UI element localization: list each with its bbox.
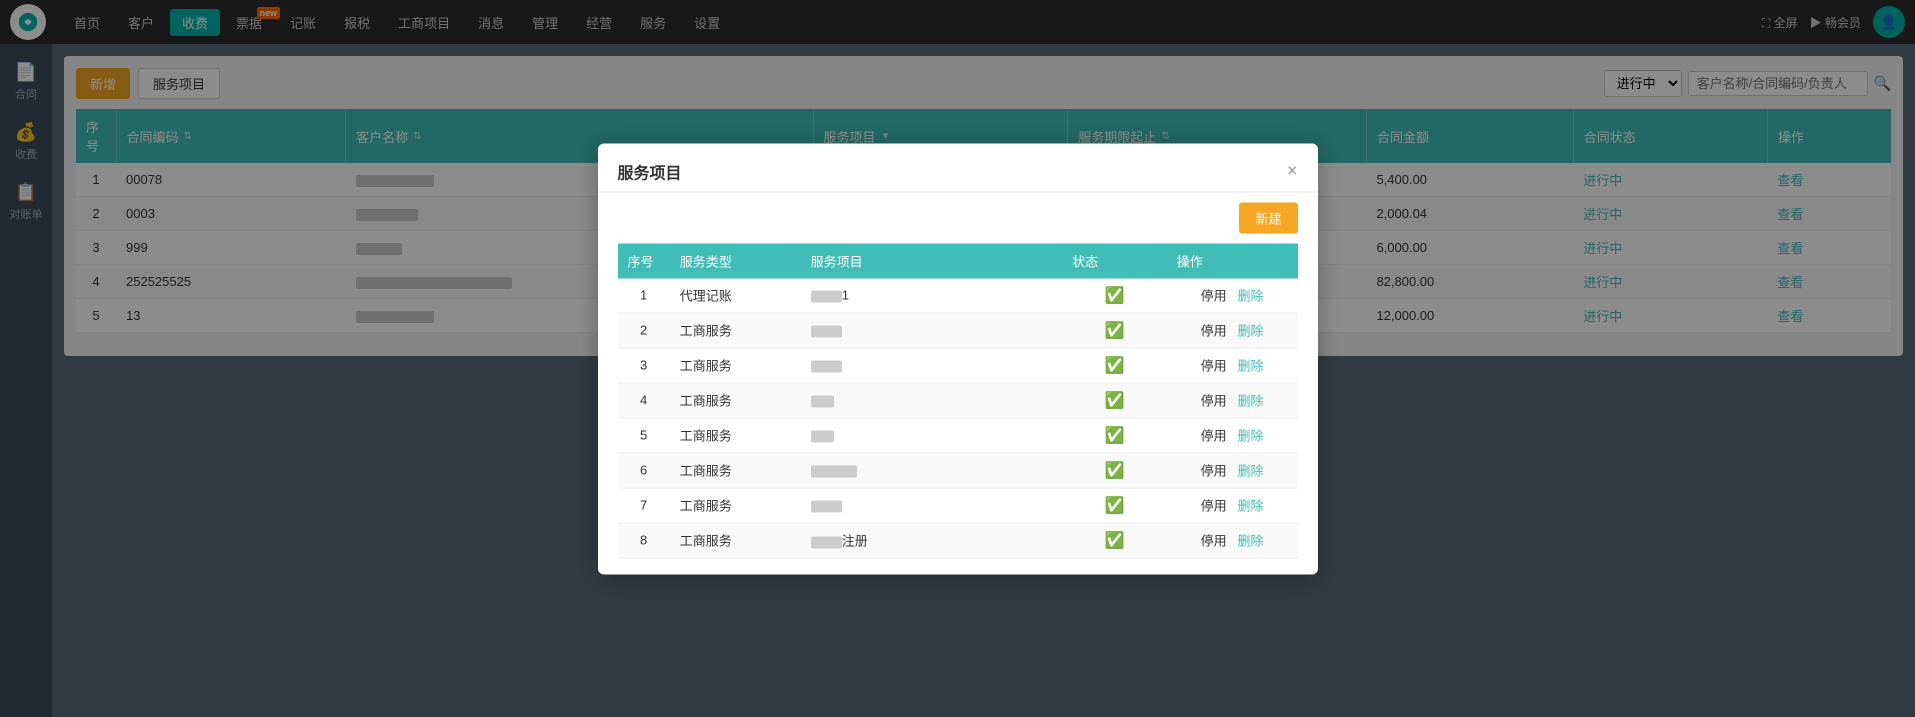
modal-table-row: 4 工商服务 ███ ✅ 停用 删除 — [618, 383, 1298, 418]
service-action: 停用 删除 — [1167, 418, 1298, 453]
service-action: 停用 删除 — [1167, 523, 1298, 558]
delete-button[interactable]: 删除 — [1238, 464, 1264, 479]
modal-table-row: 6 工商服务 ██████ ✅ 停用 删除 — [618, 453, 1298, 488]
delete-button[interactable]: 删除 — [1238, 429, 1264, 444]
service-type: 工商服务 — [670, 348, 801, 383]
delete-button[interactable]: 删除 — [1238, 359, 1264, 374]
modal-th-item: 服务项目 — [801, 243, 1063, 278]
disable-button[interactable]: 停用 — [1201, 324, 1227, 339]
modal-table-row: 8 工商服务 ████注册 ✅ 停用 删除 — [618, 523, 1298, 558]
service-status: ✅ — [1062, 523, 1167, 558]
service-item: ██████ — [801, 453, 1063, 488]
delete-button[interactable]: 删除 — [1238, 394, 1264, 409]
service-action: 停用 删除 — [1167, 453, 1298, 488]
service-items-table: 序号 服务类型 服务项目 状态 操作 1 代理记账 ████1 ✅ 停用 删除 — [618, 243, 1298, 558]
delete-button[interactable]: 删除 — [1238, 324, 1264, 339]
delete-button[interactable]: 删除 — [1238, 534, 1264, 549]
service-status: ✅ — [1062, 348, 1167, 383]
service-action: 停用 删除 — [1167, 383, 1298, 418]
service-type: 工商服务 — [670, 418, 801, 453]
service-status: ✅ — [1062, 383, 1167, 418]
service-type: 工商服务 — [670, 383, 801, 418]
disable-button[interactable]: 停用 — [1201, 289, 1227, 304]
modal-table-row: 2 工商服务 ████ ✅ 停用 删除 — [618, 313, 1298, 348]
disable-button[interactable]: 停用 — [1201, 429, 1227, 444]
service-status: ✅ — [1062, 418, 1167, 453]
modal-close-button[interactable]: × — [1287, 161, 1298, 182]
service-action: 停用 删除 — [1167, 278, 1298, 313]
service-item: ███ — [801, 418, 1063, 453]
service-items-modal: 服务项目 × 新建 序号 服务类型 服务项目 状态 操作 1 代理记账 ████… — [598, 143, 1318, 574]
service-status: ✅ — [1062, 278, 1167, 313]
service-status: ✅ — [1062, 488, 1167, 523]
service-action: 停用 删除 — [1167, 313, 1298, 348]
modal-table-header: 序号 服务类型 服务项目 状态 操作 — [618, 243, 1298, 278]
disable-button[interactable]: 停用 — [1201, 499, 1227, 514]
modal-table-body: 1 代理记账 ████1 ✅ 停用 删除 2 工商服务 ████ ✅ — [618, 278, 1298, 558]
service-status: ✅ — [1062, 453, 1167, 488]
modal-table-row: 3 工商服务 ████ ✅ 停用 删除 — [618, 348, 1298, 383]
delete-button[interactable]: 删除 — [1238, 289, 1264, 304]
modal-toolbar: 新建 — [598, 192, 1318, 243]
service-status: ✅ — [1062, 313, 1167, 348]
modal-th-state: 状态 — [1062, 243, 1167, 278]
service-action: 停用 删除 — [1167, 348, 1298, 383]
disable-button[interactable]: 停用 — [1201, 359, 1227, 374]
service-type: 工商服务 — [670, 313, 801, 348]
modal-th-seq: 序号 — [618, 243, 670, 278]
modal-table-row: 7 工商服务 ████ ✅ 停用 删除 — [618, 488, 1298, 523]
delete-button[interactable]: 删除 — [1238, 499, 1264, 514]
service-action: 停用 删除 — [1167, 488, 1298, 523]
modal-th-op: 操作 — [1167, 243, 1298, 278]
service-item: ████ — [801, 313, 1063, 348]
modal-th-type: 服务类型 — [670, 243, 801, 278]
service-item: ████注册 — [801, 523, 1063, 558]
service-item: ████ — [801, 488, 1063, 523]
disable-button[interactable]: 停用 — [1201, 534, 1227, 549]
modal-new-button[interactable]: 新建 — [1239, 202, 1297, 233]
modal-header: 服务项目 × — [598, 143, 1318, 192]
service-item: ████1 — [801, 278, 1063, 313]
service-item: ████ — [801, 348, 1063, 383]
modal-body: 序号 服务类型 服务项目 状态 操作 1 代理记账 ████1 ✅ 停用 删除 — [598, 243, 1318, 574]
service-type: 工商服务 — [670, 488, 801, 523]
modal-title: 服务项目 — [618, 159, 682, 183]
modal-table-row: 5 工商服务 ███ ✅ 停用 删除 — [618, 418, 1298, 453]
service-type: 工商服务 — [670, 523, 801, 558]
disable-button[interactable]: 停用 — [1201, 394, 1227, 409]
modal-table-row: 1 代理记账 ████1 ✅ 停用 删除 — [618, 278, 1298, 313]
service-type: 代理记账 — [670, 278, 801, 313]
disable-button[interactable]: 停用 — [1201, 464, 1227, 479]
service-type: 工商服务 — [670, 453, 801, 488]
service-item: ███ — [801, 383, 1063, 418]
